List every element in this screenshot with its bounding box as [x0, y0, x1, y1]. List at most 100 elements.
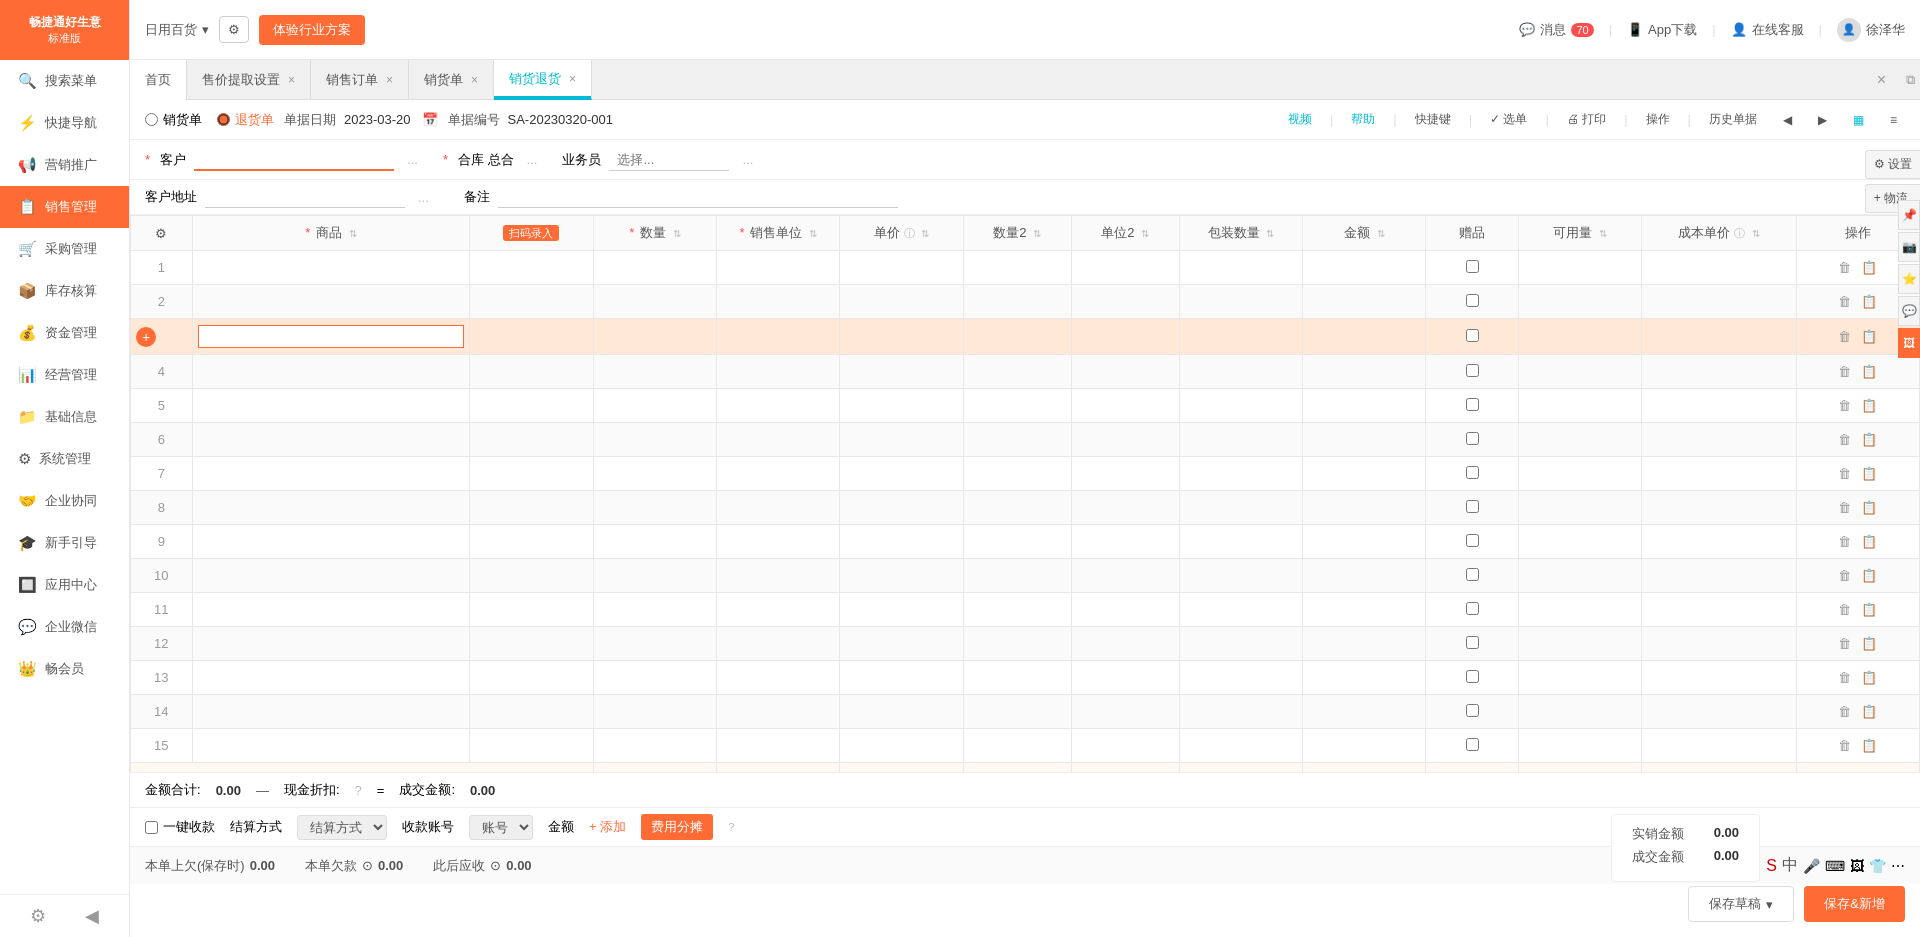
product-cell[interactable] [192, 251, 470, 285]
amount-cell[interactable] [1303, 593, 1426, 627]
qty-cell[interactable] [593, 457, 716, 491]
gift-checkbox[interactable] [1466, 704, 1479, 717]
copy-icon[interactable]: 📋 [1861, 432, 1877, 447]
tab-sales-order[interactable]: 销售订单 × [311, 60, 409, 100]
gift-checkbox[interactable] [1466, 738, 1479, 751]
radio-input-return[interactable] [217, 113, 230, 126]
save-new-button[interactable]: 保存&新增 [1804, 886, 1905, 922]
product-cell[interactable] [192, 457, 470, 491]
amount-cell[interactable] [1303, 525, 1426, 559]
unit-cell[interactable] [717, 559, 840, 593]
price-cell[interactable] [840, 627, 963, 661]
qty2-cell[interactable] [963, 525, 1071, 559]
gift-cell[interactable] [1426, 457, 1519, 491]
sidebar-item-finance[interactable]: 💰 资金管理 [0, 312, 129, 354]
qty2-cell[interactable] [963, 251, 1071, 285]
gift-cell[interactable] [1426, 695, 1519, 729]
qty2-cell[interactable] [963, 661, 1071, 695]
one-click-payment-label[interactable]: 一键收款 [145, 818, 215, 836]
amount-cell[interactable] [1303, 319, 1426, 355]
qty-cell[interactable] [593, 319, 716, 355]
account-select[interactable]: 账号 [469, 815, 533, 840]
delete-icon[interactable]: 🗑 [1838, 704, 1851, 719]
staff-ellipsis-btn[interactable]: ... [737, 152, 758, 167]
qty2-cell[interactable] [963, 285, 1071, 319]
product-cell[interactable] [192, 285, 470, 319]
tab-sales-return[interactable]: 销货退货 × [494, 60, 592, 100]
tab-close-icon[interactable]: × [386, 73, 393, 87]
product-cell[interactable] [192, 695, 470, 729]
list-view-btn[interactable]: ≡ [1882, 110, 1905, 130]
copy-icon[interactable]: 📋 [1861, 738, 1877, 753]
qty2-cell[interactable] [963, 319, 1071, 355]
radio-return[interactable]: 退货单 [217, 111, 274, 129]
qty2-cell[interactable] [963, 593, 1071, 627]
delete-icon[interactable]: 🗑 [1838, 738, 1851, 753]
qty-cell[interactable] [593, 695, 716, 729]
product-cell[interactable] [192, 525, 470, 559]
gift-cell[interactable] [1426, 729, 1519, 763]
price-cell[interactable] [840, 729, 963, 763]
amount-cell[interactable] [1303, 627, 1426, 661]
customer-ellipsis-btn[interactable]: ... [402, 152, 423, 167]
th-gear[interactable]: ⚙ [131, 216, 193, 251]
unit2-cell[interactable] [1071, 491, 1179, 525]
amount-cell[interactable] [1303, 491, 1426, 525]
amount-cell[interactable] [1303, 661, 1426, 695]
product-input[interactable] [198, 325, 465, 348]
delete-icon[interactable]: 🗑 [1838, 534, 1851, 549]
unit-cell[interactable] [717, 319, 840, 355]
qty-cell[interactable] [593, 285, 716, 319]
sidebar-item-basic[interactable]: 📁 基础信息 [0, 396, 129, 438]
panel-icon-4[interactable]: 💬 [1898, 296, 1920, 326]
pack-cell[interactable] [1179, 389, 1302, 423]
amount-cell[interactable] [1303, 389, 1426, 423]
product-cell[interactable] [192, 319, 470, 355]
header-gear-button[interactable]: ⚙ [219, 16, 249, 43]
copy-icon[interactable]: 📋 [1861, 636, 1877, 651]
remark-input[interactable] [498, 186, 898, 208]
online-service-item[interactable]: 👤 在线客服 [1731, 21, 1804, 39]
panel-icon-1[interactable]: 📌 [1898, 200, 1920, 230]
fee-split-button[interactable]: 费用分摊 [641, 814, 713, 840]
qty2-cell[interactable] [963, 389, 1071, 423]
copy-icon[interactable]: 📋 [1861, 602, 1877, 617]
panel-icon-2[interactable]: 📷 [1898, 232, 1920, 262]
amount-cell[interactable] [1303, 423, 1426, 457]
gift-cell[interactable] [1426, 559, 1519, 593]
radio-delivery[interactable]: 销货单 [145, 111, 202, 129]
price-cell[interactable] [840, 389, 963, 423]
unit2-cell[interactable] [1071, 729, 1179, 763]
pack-cell[interactable] [1179, 355, 1302, 389]
delete-icon[interactable]: 🗑 [1838, 568, 1851, 583]
gift-checkbox[interactable] [1466, 398, 1479, 411]
sidebar-item-operations[interactable]: 📊 经营管理 [0, 354, 129, 396]
settings-btn[interactable]: ⚙ 设置 [1865, 150, 1920, 179]
ops-btn[interactable]: 操作 [1638, 108, 1678, 131]
copy-icon[interactable]: 📋 [1861, 670, 1877, 685]
unit2-cell[interactable] [1071, 525, 1179, 559]
delete-icon[interactable]: 🗑 [1838, 432, 1851, 447]
pack-cell[interactable] [1179, 319, 1302, 355]
panel-icon-5[interactable]: 🖼 [1898, 328, 1920, 358]
copy-icon[interactable]: 📋 [1861, 568, 1877, 583]
sort-icon[interactable]: ⇅ [809, 228, 817, 239]
warehouse-ellipsis-btn[interactable]: ... [522, 152, 543, 167]
copy-icon[interactable]: 📋 [1861, 500, 1877, 515]
sort-icon[interactable]: ⇅ [1752, 228, 1760, 239]
qty2-cell[interactable] [963, 729, 1071, 763]
pack-cell[interactable] [1179, 661, 1302, 695]
delete-icon[interactable]: 🗑 [1838, 398, 1851, 413]
one-click-payment-checkbox[interactable] [145, 821, 158, 834]
unit-cell[interactable] [717, 593, 840, 627]
qty-cell[interactable] [593, 559, 716, 593]
gift-cell[interactable] [1426, 319, 1519, 355]
amount-cell[interactable] [1303, 729, 1426, 763]
qty-cell[interactable] [593, 251, 716, 285]
select-btn[interactable]: ✓ 选单 [1482, 108, 1535, 131]
qty-cell[interactable] [593, 355, 716, 389]
product-cell[interactable] [192, 627, 470, 661]
gift-cell[interactable] [1426, 491, 1519, 525]
gift-checkbox[interactable] [1466, 466, 1479, 479]
gift-cell[interactable] [1426, 593, 1519, 627]
